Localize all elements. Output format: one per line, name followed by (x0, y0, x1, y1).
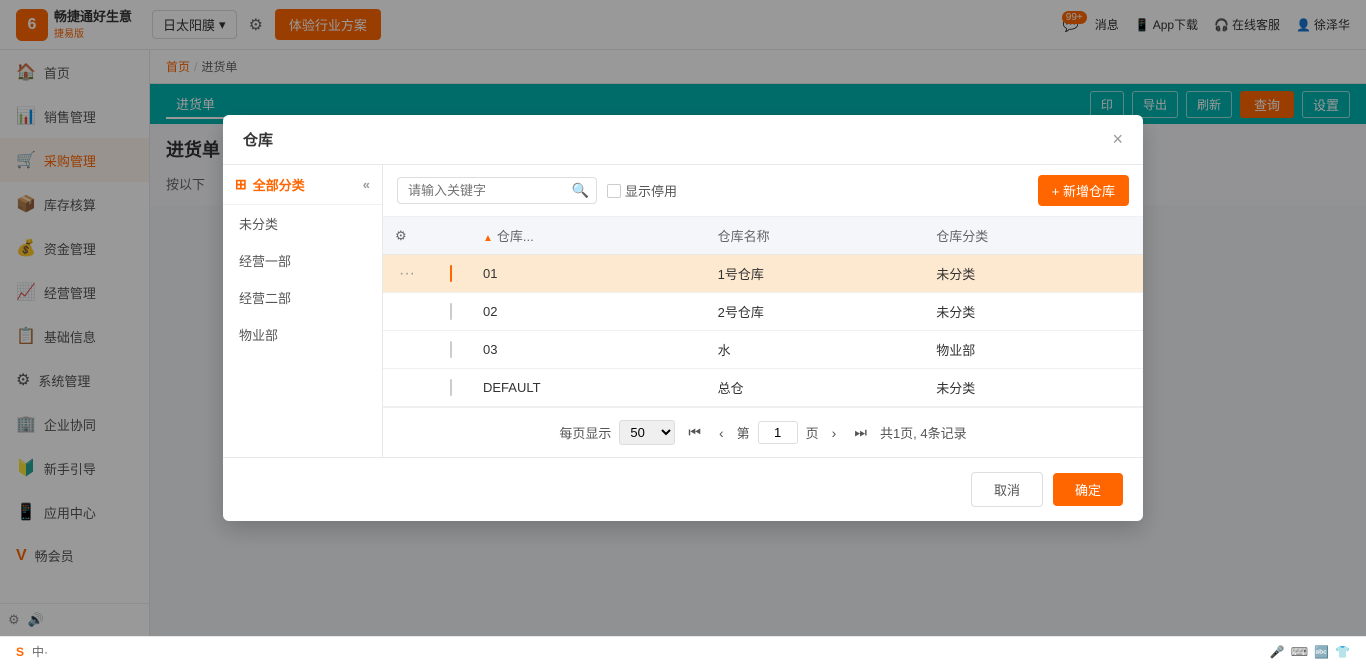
dialog-header: 仓库 × (223, 115, 1143, 165)
row-code: DEFAULT (471, 369, 706, 407)
row-checkbox-cell (431, 255, 471, 293)
shirt-icon: 👕 (1335, 645, 1350, 659)
row-category: 未分类 (924, 369, 1143, 407)
row-checkbox-cell (431, 293, 471, 331)
table-toolbar: 🔍 显示停用 + 新增仓库 (383, 165, 1143, 217)
dialog-footer: 取消 确定 (223, 457, 1143, 521)
row-checkbox[interactable] (450, 303, 452, 320)
status-text: 中· (32, 643, 48, 660)
table-row[interactable]: 03 水 物业部 (383, 331, 1143, 369)
warehouse-table: ⚙ ▲仓库... 仓库名称 仓库分类 ··· (383, 217, 1143, 407)
row-name: 1号仓库 (706, 255, 925, 293)
search-input[interactable] (397, 177, 597, 204)
table-row[interactable]: 02 2号仓库 未分类 (383, 293, 1143, 331)
search-box: 🔍 (397, 177, 597, 204)
row-checkbox-cell (431, 369, 471, 407)
row-code: 02 (471, 293, 706, 331)
statusbar: S 中· 🎤 ⌨ 🔤 👕 (0, 636, 1366, 666)
row-category: 未分类 (924, 255, 1143, 293)
th-checkbox (431, 217, 471, 255)
category-panel: ⊞ 全部分类 « 未分类 经营一部 经营二部 物业部 (223, 165, 383, 457)
show-disabled-checkbox[interactable] (607, 184, 621, 198)
first-page-button[interactable]: ⏮ (683, 422, 706, 443)
per-page-label: 每页显示 (559, 423, 611, 442)
search-icon[interactable]: 🔍 (572, 182, 589, 199)
cancel-button[interactable]: 取消 (971, 472, 1043, 507)
row-name: 2号仓库 (706, 293, 925, 331)
row-checkbox[interactable] (450, 341, 452, 358)
th-warehouse-category: 仓库分类 (924, 217, 1143, 255)
all-categories-label: 全部分类 (253, 175, 305, 194)
category-item-ops2[interactable]: 经营二部 (223, 279, 382, 316)
row-checkbox[interactable] (450, 265, 452, 282)
all-categories-item[interactable]: ⊞ 全部分类 « (223, 165, 382, 205)
status-logo: S (16, 645, 24, 659)
table-panel: 🔍 显示停用 + 新增仓库 ⚙ (383, 165, 1143, 457)
row-actions-cell (383, 369, 431, 407)
dialog-overlay: 仓库 × ⊞ 全部分类 « 未分类 经营一部 经营二部 物业部 (0, 0, 1366, 636)
show-disabled-label: 显示停用 (625, 181, 677, 200)
th-warehouse-name: 仓库名称 (706, 217, 925, 255)
page-suffix: 页 (806, 423, 819, 442)
next-page-button[interactable]: › (827, 423, 842, 443)
sort-icon-code: ▲ (483, 233, 493, 244)
warehouse-dialog: 仓库 × ⊞ 全部分类 « 未分类 经营一部 经营二部 物业部 (223, 115, 1143, 521)
show-disabled-toggle[interactable]: 显示停用 (607, 181, 677, 200)
translate-icon[interactable]: 🔤 (1314, 645, 1329, 659)
mic-icon[interactable]: 🎤 (1270, 645, 1285, 659)
dialog-title: 仓库 (243, 129, 273, 150)
row-category: 未分类 (924, 293, 1143, 331)
row-actions-cell (383, 293, 431, 331)
category-item-ops1[interactable]: 经营一部 (223, 242, 382, 279)
row-actions-cell: ··· (383, 255, 431, 293)
table-header-row: ⚙ ▲仓库... 仓库名称 仓库分类 (383, 217, 1143, 255)
table-row[interactable]: DEFAULT 总仓 未分类 (383, 369, 1143, 407)
last-page-button[interactable]: ⏭ (849, 422, 872, 443)
row-code: 03 (471, 331, 706, 369)
row-checkbox-cell (431, 331, 471, 369)
row-more-icon[interactable]: ··· (399, 265, 415, 282)
row-checkbox[interactable] (450, 379, 452, 396)
table: ⚙ ▲仓库... 仓库名称 仓库分类 ··· (383, 217, 1143, 407)
dialog-close-button[interactable]: × (1112, 129, 1123, 150)
pagination: 每页显示 50 100 ⏮ ‹ 第 页 › ⏭ 共1页, 4条记录 (383, 407, 1143, 457)
grid-icon: ⊞ (235, 176, 247, 193)
confirm-button[interactable]: 确定 (1053, 473, 1123, 506)
th-warehouse-code: ▲仓库... (471, 217, 706, 255)
page-label: 第 (737, 423, 750, 442)
add-warehouse-button[interactable]: + 新增仓库 (1038, 175, 1129, 206)
th-settings: ⚙ (383, 217, 431, 255)
keyboard-icon[interactable]: ⌨ (1291, 645, 1308, 659)
row-code: 01 (471, 255, 706, 293)
dialog-body: ⊞ 全部分类 « 未分类 经营一部 经营二部 物业部 🔍 (223, 165, 1143, 457)
collapse-panel-button[interactable]: « (363, 177, 370, 192)
prev-page-button[interactable]: ‹ (714, 423, 729, 443)
row-category: 物业部 (924, 331, 1143, 369)
table-row[interactable]: ··· 01 1号仓库 未分类 (383, 255, 1143, 293)
page-summary: 共1页, 4条记录 (880, 423, 967, 442)
category-item-unclassified[interactable]: 未分类 (223, 205, 382, 242)
row-name: 水 (706, 331, 925, 369)
row-actions-cell (383, 331, 431, 369)
category-item-property[interactable]: 物业部 (223, 316, 382, 353)
per-page-select[interactable]: 50 100 (619, 420, 675, 445)
row-name: 总仓 (706, 369, 925, 407)
page-number-input[interactable] (758, 421, 798, 444)
